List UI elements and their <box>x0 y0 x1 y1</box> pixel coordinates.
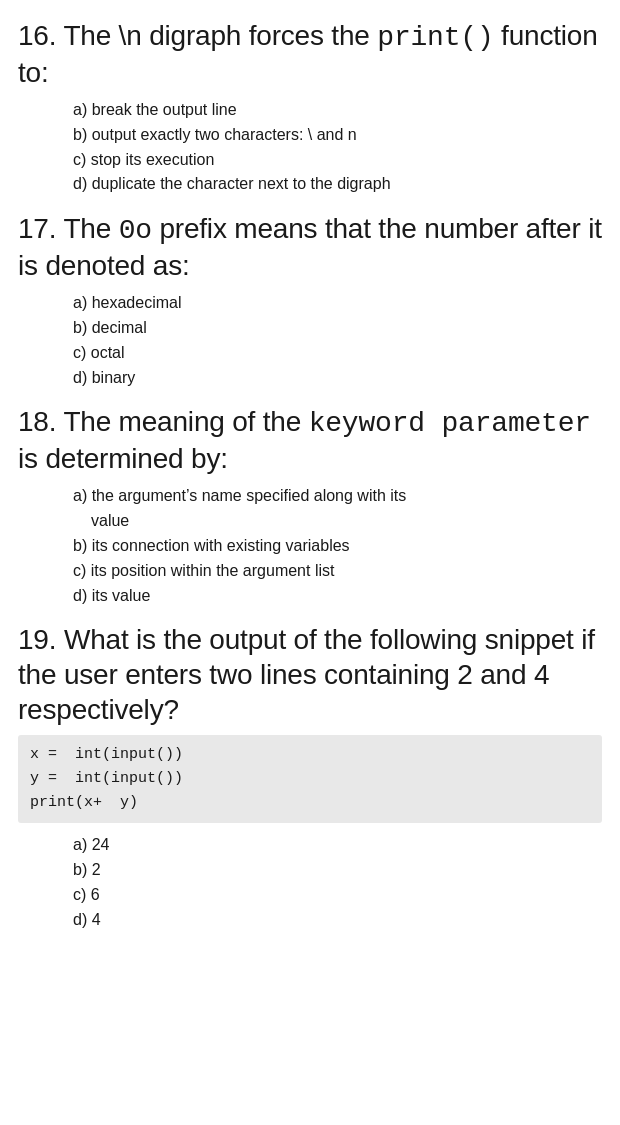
list-item: b) 2 <box>73 858 602 883</box>
question-17-options: a) hexadecimal b) decimal c) octal d) bi… <box>18 291 602 390</box>
list-item: d) 4 <box>73 908 602 933</box>
question-18-options: a) the argument’s name specified along w… <box>18 484 602 608</box>
question-16-options: a) break the output line b) output exact… <box>18 98 602 197</box>
list-item: a) hexadecimal <box>73 291 602 316</box>
code-block: x = int(input()) y = int(input()) print(… <box>18 735 602 823</box>
list-item: d) its value <box>73 584 602 609</box>
question-17-title: 17. The 0o prefix means that the number … <box>18 211 602 283</box>
question-18-title: 18. The meaning of the keyword parameter… <box>18 404 602 476</box>
question-17: 17. The 0o prefix means that the number … <box>18 211 602 390</box>
list-item: a) 24 <box>73 833 602 858</box>
q16-code-inline: print() <box>377 22 493 53</box>
list-item: c) stop its execution <box>73 148 602 173</box>
question-19-title: 19. What is the output of the following … <box>18 622 602 727</box>
question-18: 18. The meaning of the keyword parameter… <box>18 404 602 608</box>
list-item: d) duplicate the character next to the d… <box>73 172 602 197</box>
question-19: 19. What is the output of the following … <box>18 622 602 932</box>
list-item: a) the argument’s name specified along w… <box>73 484 602 534</box>
list-item: c) its position within the argument list <box>73 559 602 584</box>
list-item: a) break the output line <box>73 98 602 123</box>
question-16-title: 16. The \n digraph forces the print() fu… <box>18 18 602 90</box>
question-16: 16. The \n digraph forces the print() fu… <box>18 18 602 197</box>
list-item: b) its connection with existing variable… <box>73 534 602 559</box>
q18-code-inline: keyword parameter <box>309 408 591 439</box>
list-item: d) binary <box>73 366 602 391</box>
list-item: c) 6 <box>73 883 602 908</box>
question-19-options: a) 24 b) 2 c) 6 d) 4 <box>18 833 602 932</box>
list-item: b) output exactly two characters: \ and … <box>73 123 602 148</box>
q17-code-inline: 0o <box>119 215 152 246</box>
list-item: c) octal <box>73 341 602 366</box>
list-item: b) decimal <box>73 316 602 341</box>
